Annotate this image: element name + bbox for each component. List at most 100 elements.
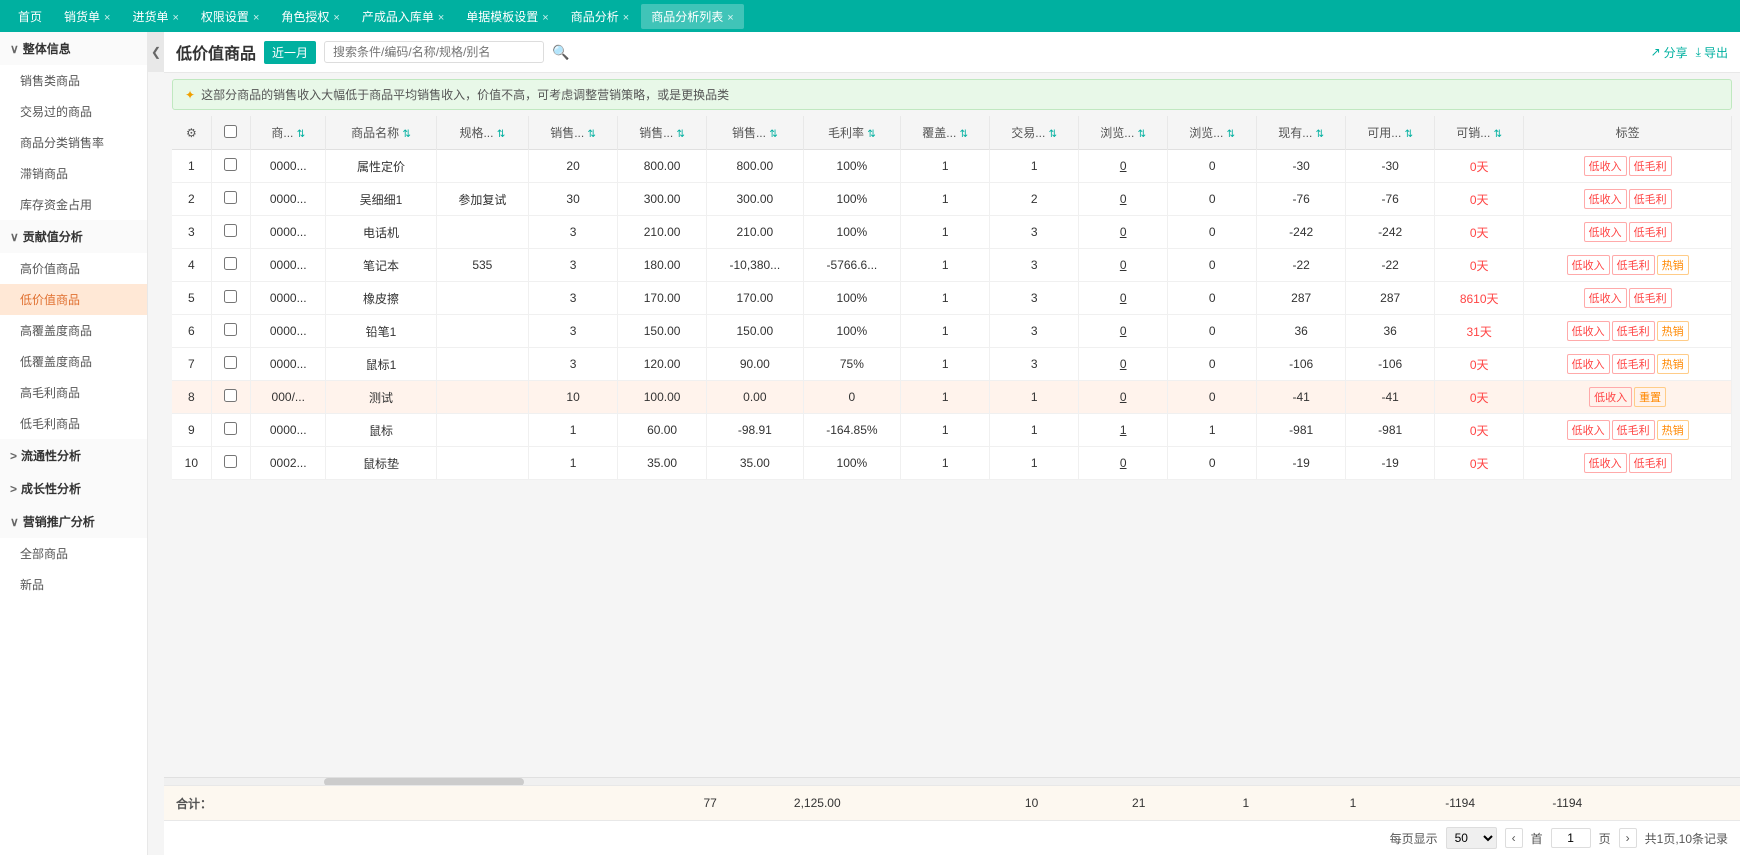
- row-browse1[interactable]: 0: [1079, 282, 1168, 315]
- row-browse1[interactable]: 0: [1079, 249, 1168, 282]
- select-all-checkbox[interactable]: [224, 125, 237, 138]
- nav-item-进货单[interactable]: 进货单×: [122, 4, 188, 29]
- row-checkbox[interactable]: [211, 447, 250, 480]
- nav-item-商品分析列表[interactable]: 商品分析列表×: [641, 4, 743, 29]
- row-checkbox-input[interactable]: [224, 191, 237, 204]
- sidebar-group-贡献值分析[interactable]: ∨贡献值分析: [0, 220, 147, 253]
- next-page-btn[interactable]: ›: [1619, 828, 1637, 848]
- th-name: 商品名称 ⇅: [326, 116, 436, 150]
- row-checkbox-input[interactable]: [224, 356, 237, 369]
- share-btn[interactable]: ↗ 分享: [1651, 44, 1688, 61]
- row-checkbox[interactable]: [211, 414, 250, 447]
- row-browse1[interactable]: 0: [1079, 216, 1168, 249]
- row-margin: 100%: [803, 447, 901, 480]
- nav-item-销货单[interactable]: 销货单×: [54, 4, 120, 29]
- row-browse2: 0: [1168, 249, 1257, 282]
- browse1-link[interactable]: 0: [1120, 192, 1127, 206]
- row-checkbox-input[interactable]: [224, 422, 237, 435]
- sidebar-group-整体信息[interactable]: ∨整体信息: [0, 32, 147, 65]
- row-checkbox-input[interactable]: [224, 389, 237, 402]
- sidebar-item-全部商品[interactable]: 全部商品: [0, 538, 147, 569]
- row-checkbox[interactable]: [211, 381, 250, 414]
- sidebar-group-成长性分析[interactable]: >成长性分析: [0, 472, 147, 505]
- row-checkbox[interactable]: [211, 216, 250, 249]
- sidebar-collapse-btn[interactable]: ❮: [148, 32, 164, 72]
- sidebar-item-新品[interactable]: 新品: [0, 569, 147, 600]
- nav-item-角色授权[interactable]: 角色授权×: [271, 4, 349, 29]
- browse1-link[interactable]: 0: [1120, 390, 1127, 404]
- row-browse1[interactable]: 0: [1079, 183, 1168, 216]
- sidebar-item-库存资金占用[interactable]: 库存资金占用: [0, 189, 147, 220]
- row-checkbox[interactable]: [211, 348, 250, 381]
- th-checkbox[interactable]: [211, 116, 250, 150]
- row-checkbox[interactable]: [211, 249, 250, 282]
- row-browse1[interactable]: 0: [1079, 447, 1168, 480]
- nav-close-icon[interactable]: ×: [253, 12, 259, 24]
- row-sale1: 3: [529, 315, 618, 348]
- sidebar-item-高价值商品[interactable]: 高价值商品: [0, 253, 147, 284]
- browse1-link[interactable]: 1: [1120, 423, 1127, 437]
- nav-close-icon[interactable]: ×: [172, 12, 178, 24]
- nav-close-icon[interactable]: ×: [542, 12, 548, 24]
- browse1-link[interactable]: 0: [1120, 291, 1127, 305]
- row-browse1[interactable]: 1: [1079, 414, 1168, 447]
- nav-close-icon[interactable]: ×: [623, 12, 629, 24]
- th-settings[interactable]: ⚙: [172, 116, 211, 150]
- sidebar-group-流通性分析[interactable]: >流通性分析: [0, 439, 147, 472]
- search-input[interactable]: [324, 41, 544, 63]
- nav-item-商品分析[interactable]: 商品分析×: [561, 4, 639, 29]
- sidebar-item-低覆盖度商品[interactable]: 低覆盖度商品: [0, 346, 147, 377]
- tag-低收入: 低收入: [1567, 420, 1610, 440]
- sidebar-item-销售类商品[interactable]: 销售类商品: [0, 65, 147, 96]
- nav-close-icon[interactable]: ×: [727, 12, 733, 24]
- row-checkbox-input[interactable]: [224, 257, 237, 270]
- nav-item-权限设置[interactable]: 权限设置×: [191, 4, 269, 29]
- row-checkbox-input[interactable]: [224, 290, 237, 303]
- row-checkbox-input[interactable]: [224, 323, 237, 336]
- browse1-link[interactable]: 0: [1120, 357, 1127, 371]
- export-btn[interactable]: ⤓ 导出: [1696, 44, 1728, 61]
- browse1-link[interactable]: 0: [1120, 225, 1127, 239]
- first-page-btn[interactable]: ‹: [1505, 828, 1523, 848]
- export-icon: ⤓: [1696, 45, 1701, 60]
- sidebar-item-滞销商品[interactable]: 滞销商品: [0, 158, 147, 189]
- browse1-link[interactable]: 0: [1120, 456, 1127, 470]
- nav-item-单据模板设置[interactable]: 单据模板设置×: [456, 4, 558, 29]
- nav-item-产成品入库单[interactable]: 产成品入库单×: [352, 4, 454, 29]
- row-checkbox-input[interactable]: [224, 158, 237, 171]
- browse1-link[interactable]: 0: [1120, 258, 1127, 272]
- row-checkbox[interactable]: [211, 183, 250, 216]
- browse1-link[interactable]: 0: [1120, 324, 1127, 338]
- sidebar-group-营销推广分析[interactable]: ∨营销推广分析: [0, 505, 147, 538]
- row-browse1[interactable]: 0: [1079, 315, 1168, 348]
- browse1-link[interactable]: 0: [1120, 159, 1127, 173]
- sidebar-item-低毛利商品[interactable]: 低毛利商品: [0, 408, 147, 439]
- row-sale3: 35.00: [707, 447, 804, 480]
- row-checkbox[interactable]: [211, 315, 250, 348]
- row-checkbox[interactable]: [211, 282, 250, 315]
- nav-close-icon[interactable]: ×: [333, 12, 339, 24]
- row-browse1[interactable]: 0: [1079, 348, 1168, 381]
- row-checkbox-input[interactable]: [224, 455, 237, 468]
- row-checkbox-input[interactable]: [224, 224, 237, 237]
- row-sale2: 300.00: [618, 183, 707, 216]
- per-page-select[interactable]: 50 100: [1446, 827, 1497, 849]
- row-margin: 75%: [803, 348, 901, 381]
- row-browse1[interactable]: 0: [1079, 150, 1168, 183]
- settings-icon[interactable]: ⚙: [186, 126, 197, 140]
- nav-close-icon[interactable]: ×: [438, 12, 444, 24]
- date-filter-btn[interactable]: 近一月: [264, 41, 316, 64]
- sidebar-item-商品分类销售率[interactable]: 商品分类销售率: [0, 127, 147, 158]
- horizontal-scrollbar[interactable]: [164, 777, 1740, 785]
- sidebar-item-低价值商品[interactable]: 低价值商品: [0, 284, 147, 315]
- nav-item-首页[interactable]: 首页: [8, 4, 52, 29]
- search-icon[interactable]: 🔍: [552, 44, 569, 61]
- sidebar-item-交易过的商品[interactable]: 交易过的商品: [0, 96, 147, 127]
- sidebar-item-高毛利商品[interactable]: 高毛利商品: [0, 377, 147, 408]
- row-browse1[interactable]: 0: [1079, 381, 1168, 414]
- page-number-input[interactable]: [1551, 828, 1591, 848]
- nav-close-icon[interactable]: ×: [104, 12, 110, 24]
- sidebar-item-高覆盖度商品[interactable]: 高覆盖度商品: [0, 315, 147, 346]
- th-trade: 交易... ⇅: [990, 116, 1079, 150]
- row-checkbox[interactable]: [211, 150, 250, 183]
